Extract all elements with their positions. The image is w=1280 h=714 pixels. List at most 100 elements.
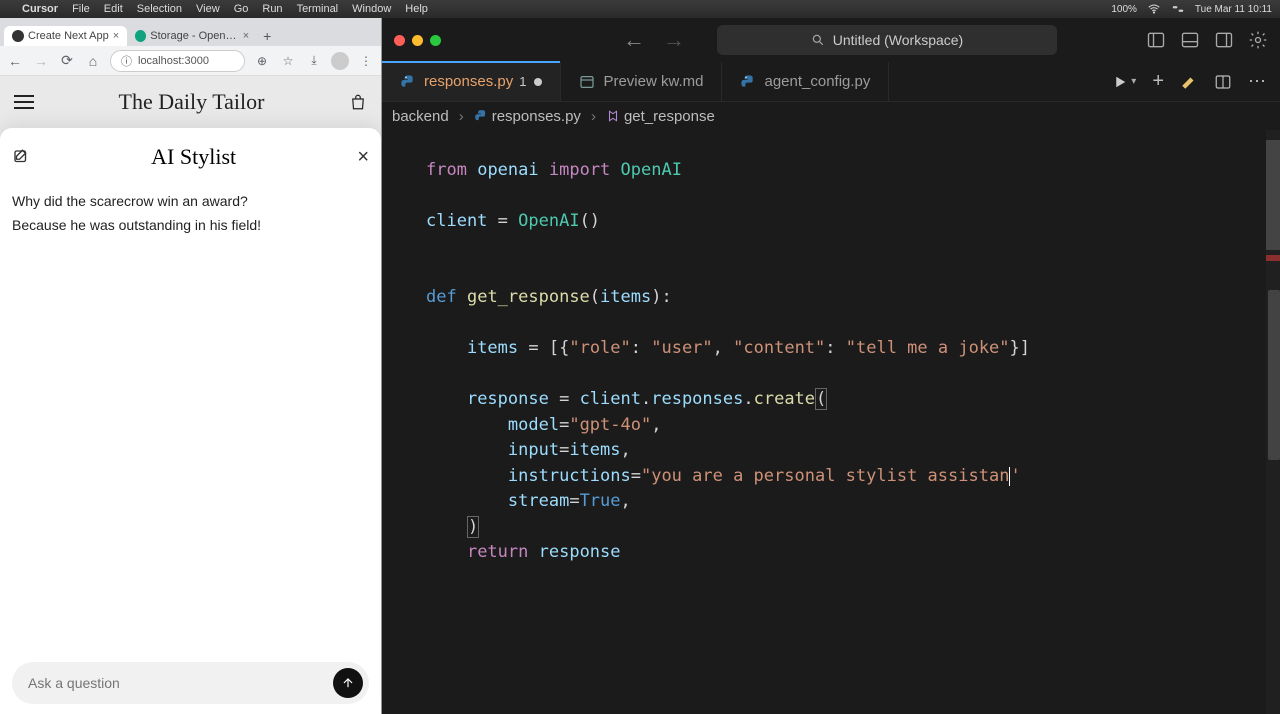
page-title: The Daily Tailor: [119, 89, 265, 115]
menu-run[interactable]: Run: [262, 3, 282, 15]
editor-tab-label: Preview kw.md: [603, 73, 703, 90]
browser-window: Create Next App × Storage - OpenAI A × +…: [0, 18, 382, 714]
menu-window[interactable]: Window: [352, 3, 391, 15]
dirty-indicator-icon: [534, 78, 542, 86]
hamburger-icon[interactable]: [14, 95, 34, 109]
page-content: The Daily Tailor AI Stylist × Why did th…: [0, 76, 381, 714]
panel-right-icon[interactable]: [1214, 30, 1234, 50]
chat-messages: Why did the scarecrow win an award? Beca…: [12, 186, 369, 662]
site-info-icon[interactable]: ⓘ: [121, 53, 132, 69]
menu-go[interactable]: Go: [234, 3, 249, 15]
menu-view[interactable]: View: [196, 3, 220, 15]
browser-tab[interactable]: Create Next App ×: [4, 26, 127, 46]
browser-home-icon[interactable]: ⌂: [84, 53, 102, 69]
window-close-icon[interactable]: [394, 35, 405, 46]
tab-close-icon[interactable]: ×: [243, 30, 249, 42]
browser-forward-icon[interactable]: →: [32, 53, 50, 69]
bookmark-icon[interactable]: ☆: [279, 52, 297, 70]
search-icon: [811, 33, 825, 47]
menu-edit[interactable]: Edit: [104, 3, 123, 15]
tab-title: Storage - OpenAI A: [150, 30, 238, 42]
download-icon[interactable]: ⤓: [305, 52, 323, 70]
menu-help[interactable]: Help: [405, 3, 428, 15]
chat-input[interactable]: [28, 675, 333, 691]
browser-tabstrip: Create Next App × Storage - OpenAI A × +: [0, 18, 381, 46]
arrow-up-icon: [341, 676, 355, 690]
workspace-label: Untitled (Workspace): [833, 32, 963, 48]
chat-input-bar: [12, 662, 369, 704]
preview-icon: [579, 74, 595, 90]
address-bar[interactable]: ⓘ localhost:3000: [110, 50, 245, 72]
menu-terminal[interactable]: Terminal: [297, 3, 339, 15]
symbol-function-icon: [606, 109, 620, 123]
ide-window: ← → Untitled (Workspace) responses.py 1: [382, 18, 1280, 714]
ide-back-icon[interactable]: ←: [623, 27, 645, 53]
editor-tab-responses[interactable]: responses.py 1: [382, 62, 561, 101]
battery-percent: 100%: [1111, 4, 1137, 15]
menu-file[interactable]: File: [72, 3, 90, 15]
favicon-icon: [135, 30, 146, 42]
chevron-right-icon: ›: [585, 108, 602, 125]
tab-title: Create Next App: [28, 30, 109, 42]
editor-tabstrip: responses.py 1 Preview kw.md agent_confi…: [382, 62, 1280, 102]
scrollbar-thumb[interactable]: [1268, 290, 1280, 460]
command-center[interactable]: Untitled (Workspace): [717, 25, 1057, 55]
chevron-down-icon: ▾: [1131, 76, 1136, 87]
breadcrumb-item[interactable]: responses.py: [492, 108, 581, 125]
editor-tab-label: responses.py: [424, 73, 513, 90]
panel-bottom-icon[interactable]: [1180, 30, 1200, 50]
menubar-clock[interactable]: Tue Mar 11 10:11: [1195, 4, 1272, 15]
browser-toolbar: ← → ⟳ ⌂ ⓘ localhost:3000 ⊕ ☆ ⤓ ⋮: [0, 46, 381, 76]
new-tab-button[interactable]: +: [257, 26, 277, 46]
new-chat-icon[interactable]: [12, 148, 30, 166]
close-icon[interactable]: ×: [357, 146, 369, 169]
python-icon: [740, 74, 756, 90]
menubar-app-name[interactable]: Cursor: [22, 3, 58, 15]
zoom-icon[interactable]: ⊕: [253, 52, 271, 70]
profile-avatar[interactable]: [331, 52, 349, 70]
shop-header: The Daily Tailor: [0, 76, 381, 128]
panel-title: AI Stylist: [151, 144, 236, 170]
shopping-bag-icon[interactable]: [349, 93, 367, 111]
editor-minimap[interactable]: [1266, 130, 1280, 714]
wifi-icon[interactable]: [1147, 2, 1161, 16]
run-button[interactable]: ▾: [1111, 73, 1136, 91]
window-zoom-icon[interactable]: [430, 35, 441, 46]
ide-titlebar: ← → Untitled (Workspace): [382, 18, 1280, 62]
control-center-icon[interactable]: [1171, 2, 1185, 16]
editor-tab-agent-config[interactable]: agent_config.py: [722, 62, 889, 101]
browser-back-icon[interactable]: ←: [6, 53, 24, 69]
more-actions-icon[interactable]: ⋯: [1248, 71, 1266, 92]
address-text: localhost:3000: [138, 55, 209, 67]
chevron-right-icon: ›: [453, 108, 470, 125]
send-button[interactable]: [333, 668, 363, 698]
ai-stylist-panel: AI Stylist × Why did the scarecrow win a…: [0, 128, 381, 714]
browser-reload-icon[interactable]: ⟳: [58, 52, 76, 69]
browser-menu-icon[interactable]: ⋮: [357, 52, 375, 70]
editor-actions: ▾ + ⋯: [1097, 62, 1280, 101]
window-controls: [394, 35, 441, 46]
split-editor-icon[interactable]: [1214, 73, 1232, 91]
new-file-icon[interactable]: +: [1152, 70, 1164, 93]
browser-tab[interactable]: Storage - OpenAI A ×: [127, 26, 257, 46]
window-minimize-icon[interactable]: [412, 35, 423, 46]
play-icon: [1111, 73, 1129, 91]
menu-selection[interactable]: Selection: [137, 3, 182, 15]
code-editor[interactable]: from openai import OpenAI client = OpenA…: [382, 130, 1280, 714]
macos-menubar: Cursor File Edit Selection View Go Run T…: [0, 0, 1280, 18]
python-icon: [400, 74, 416, 90]
assistant-message: Because he was outstanding in his field!: [12, 214, 369, 238]
editor-tab-preview[interactable]: Preview kw.md: [561, 62, 722, 101]
breadcrumb: backend › responses.py › get_response: [382, 102, 1280, 130]
panel-left-icon[interactable]: [1146, 30, 1166, 50]
favicon-icon: [12, 30, 24, 42]
editor-tab-modified-count: 1: [519, 74, 526, 89]
highlighter-icon[interactable]: [1180, 73, 1198, 91]
breadcrumb-item[interactable]: backend: [392, 108, 449, 125]
breadcrumb-item[interactable]: get_response: [624, 108, 715, 125]
ide-forward-icon[interactable]: →: [663, 27, 685, 53]
tab-close-icon[interactable]: ×: [113, 30, 119, 42]
python-icon: [474, 109, 488, 123]
assistant-message: Why did the scarecrow win an award?: [12, 190, 369, 214]
settings-gear-icon[interactable]: [1248, 30, 1268, 50]
